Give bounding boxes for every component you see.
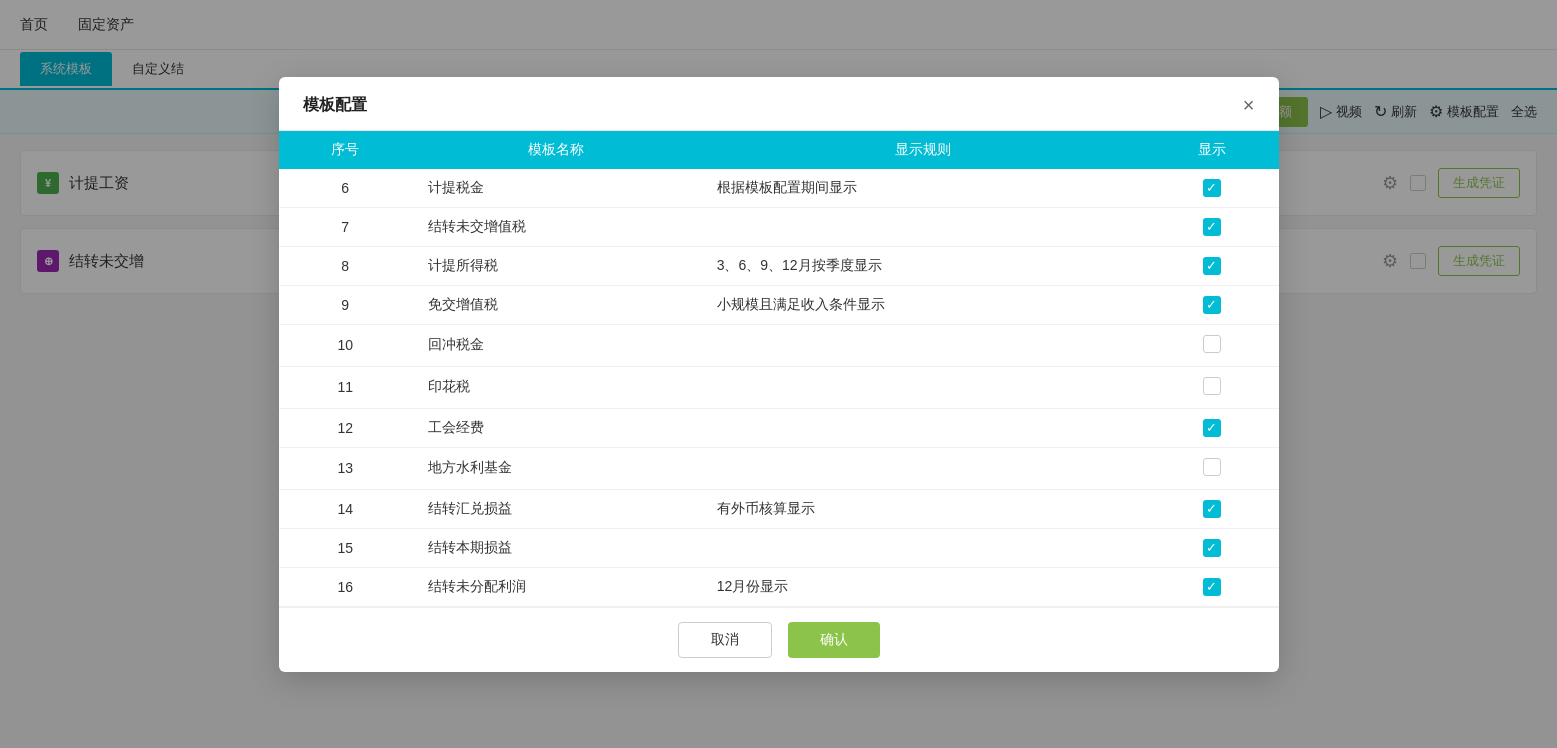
cell-rule — [701, 207, 1145, 246]
table-row: 13地方水利基金 — [279, 447, 1279, 489]
modal-footer: 取消 确认 — [279, 607, 1279, 672]
cell-index: 14 — [279, 489, 412, 528]
cell-name: 结转未交增值税 — [412, 207, 701, 246]
cell-name: 结转汇兑损益 — [412, 489, 701, 528]
modal-header: 模板配置 × — [279, 77, 1279, 131]
checkbox-checked-icon[interactable]: ✓ — [1203, 539, 1221, 557]
cell-checkbox[interactable]: ✓ — [1145, 567, 1278, 606]
cell-name: 计提税金 — [412, 169, 701, 208]
cell-name: 结转本期损益 — [412, 528, 701, 567]
checkbox-checked-icon[interactable]: ✓ — [1203, 500, 1221, 518]
table-row: 14结转汇兑损益有外币核算显示 ✓ — [279, 489, 1279, 528]
table-row: 6计提税金根据模板配置期间显示 ✓ — [279, 169, 1279, 208]
confirm-button[interactable]: 确认 — [788, 622, 880, 658]
cell-checkbox[interactable]: ✓ — [1145, 408, 1278, 447]
table-row: 10回冲税金 — [279, 324, 1279, 366]
cell-index: 9 — [279, 285, 412, 324]
cell-name: 地方水利基金 — [412, 447, 701, 489]
cell-index: 6 — [279, 169, 412, 208]
th-index: 序号 — [279, 131, 412, 169]
checkbox-unchecked-icon[interactable] — [1203, 377, 1221, 395]
cell-rule — [701, 366, 1145, 408]
cell-rule — [701, 528, 1145, 567]
cell-checkbox[interactable]: ✓ — [1145, 207, 1278, 246]
cell-checkbox[interactable]: ✓ — [1145, 169, 1278, 208]
cell-checkbox[interactable] — [1145, 447, 1278, 489]
table-row: 16结转未分配利润12月份显示 ✓ — [279, 567, 1279, 606]
modal-title: 模板配置 — [303, 95, 367, 116]
table-row: 8计提所得税3、6、9、12月按季度显示 ✓ — [279, 246, 1279, 285]
cell-index: 16 — [279, 567, 412, 606]
cell-rule — [701, 447, 1145, 489]
cell-name: 结转未分配利润 — [412, 567, 701, 606]
table-row: 9免交增值税小规模且满足收入条件显示 ✓ — [279, 285, 1279, 324]
cell-index: 12 — [279, 408, 412, 447]
cell-name: 回冲税金 — [412, 324, 701, 366]
cell-index: 8 — [279, 246, 412, 285]
cell-rule: 3、6、9、12月按季度显示 — [701, 246, 1145, 285]
checkbox-checked-icon[interactable]: ✓ — [1203, 419, 1221, 437]
cell-checkbox[interactable]: ✓ — [1145, 528, 1278, 567]
table-row: 12工会经费 ✓ — [279, 408, 1279, 447]
th-display: 显示 — [1145, 131, 1278, 169]
checkbox-unchecked-icon[interactable] — [1203, 458, 1221, 476]
cell-index: 10 — [279, 324, 412, 366]
cell-name: 计提所得税 — [412, 246, 701, 285]
checkbox-checked-icon[interactable]: ✓ — [1203, 179, 1221, 197]
cell-index: 13 — [279, 447, 412, 489]
modal-table-scroll[interactable]: 序号 模板名称 显示规则 显示 6计提税金根据模板配置期间显示✓7结转未交增值税… — [279, 131, 1279, 607]
cell-checkbox[interactable]: ✓ — [1145, 489, 1278, 528]
cancel-button[interactable]: 取消 — [678, 622, 772, 658]
template-config-modal: 模板配置 × 序号 模板名称 显示规则 显示 6计提税金根据模板配置期间显示✓7… — [279, 77, 1279, 672]
modal-overlay: 模板配置 × 序号 模板名称 显示规则 显示 6计提税金根据模板配置期间显示✓7… — [0, 0, 1557, 748]
cell-name: 工会经费 — [412, 408, 701, 447]
cell-rule: 有外币核算显示 — [701, 489, 1145, 528]
modal-close-button[interactable]: × — [1243, 95, 1255, 115]
table-row: 15结转本期损益 ✓ — [279, 528, 1279, 567]
cell-name: 印花税 — [412, 366, 701, 408]
table-row: 7结转未交增值税 ✓ — [279, 207, 1279, 246]
checkbox-checked-icon[interactable]: ✓ — [1203, 257, 1221, 275]
cell-rule: 根据模板配置期间显示 — [701, 169, 1145, 208]
checkbox-checked-icon[interactable]: ✓ — [1203, 578, 1221, 596]
cell-index: 11 — [279, 366, 412, 408]
cell-index: 7 — [279, 207, 412, 246]
checkbox-unchecked-icon[interactable] — [1203, 335, 1221, 353]
checkbox-checked-icon[interactable]: ✓ — [1203, 296, 1221, 314]
checkbox-checked-icon[interactable]: ✓ — [1203, 218, 1221, 236]
cell-rule — [701, 408, 1145, 447]
cell-rule: 小规模且满足收入条件显示 — [701, 285, 1145, 324]
cell-rule: 12月份显示 — [701, 567, 1145, 606]
cell-index: 15 — [279, 528, 412, 567]
th-rule: 显示规则 — [701, 131, 1145, 169]
modal-table: 序号 模板名称 显示规则 显示 6计提税金根据模板配置期间显示✓7结转未交增值税… — [279, 131, 1279, 607]
cell-checkbox[interactable]: ✓ — [1145, 246, 1278, 285]
table-header-row: 序号 模板名称 显示规则 显示 — [279, 131, 1279, 169]
cell-checkbox[interactable] — [1145, 324, 1278, 366]
table-row: 11印花税 — [279, 366, 1279, 408]
cell-rule — [701, 324, 1145, 366]
cell-checkbox[interactable]: ✓ — [1145, 285, 1278, 324]
cell-name: 免交增值税 — [412, 285, 701, 324]
th-name: 模板名称 — [412, 131, 701, 169]
cell-checkbox[interactable] — [1145, 366, 1278, 408]
